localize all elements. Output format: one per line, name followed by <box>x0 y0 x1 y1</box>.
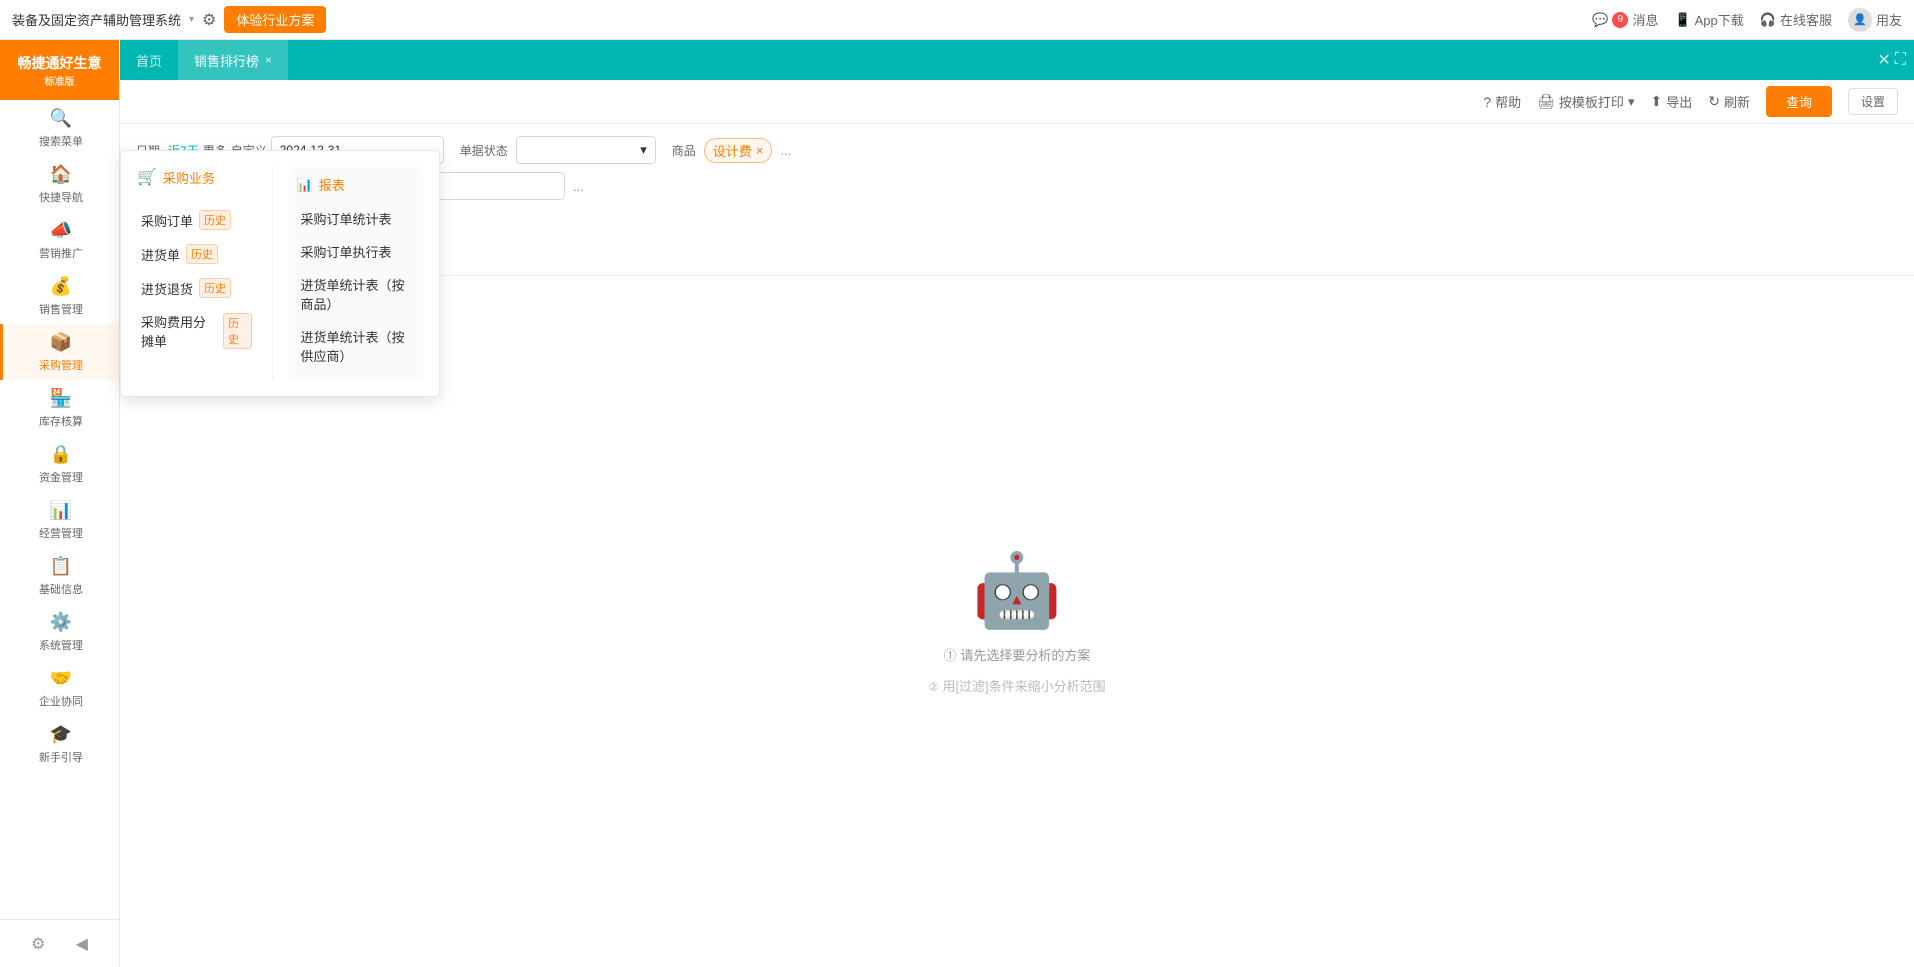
history-badge-1: 历史 <box>199 210 231 230</box>
dropdown-item-incoming-supplier[interactable]: 进货单统计表（按供应商） <box>297 320 416 372</box>
dropdown-report-col: 📊 报表 采购订单统计表 采购订单执行表 进货单统计表（按商品） 进货单统计表（… <box>289 167 424 380</box>
dropdown-item-purchase-order[interactable]: 采购订单 历史 <box>137 203 256 237</box>
dropdown-purchase-title: 🛒 采购业务 <box>137 167 256 191</box>
dropdown-item-expense[interactable]: 采购费用分摊单 历史 <box>137 305 256 357</box>
report-col-icon: 📊 <box>297 177 313 193</box>
dropdown-item-incoming[interactable]: 进货单 历史 <box>137 237 256 271</box>
dropdown-cols: 🛒 采购业务 采购订单 历史 进货单 历史 进货退货 历史 采购费用分摊单 历史 <box>137 167 423 380</box>
history-badge-2: 历史 <box>186 244 218 264</box>
dropdown-overlay[interactable] <box>0 0 1914 967</box>
dropdown-item-order-exec[interactable]: 采购订单执行表 <box>297 235 416 268</box>
dropdown-divider <box>272 167 273 380</box>
dropdown-item-return[interactable]: 进货退货 历史 <box>137 271 256 305</box>
purchase-dropdown-menu: 🛒 采购业务 采购订单 历史 进货单 历史 进货退货 历史 采购费用分摊单 历史 <box>120 150 440 397</box>
dropdown-item-incoming-goods[interactable]: 进货单统计表（按商品） <box>297 268 416 320</box>
dropdown-item-order-stats[interactable]: 采购订单统计表 <box>297 202 416 235</box>
dropdown-report-title: 📊 报表 <box>297 175 416 194</box>
history-badge-3: 历史 <box>199 278 231 298</box>
history-badge-4: 历史 <box>223 313 251 349</box>
purchase-col-icon: 🛒 <box>137 167 157 187</box>
dropdown-purchase-col: 🛒 采购业务 采购订单 历史 进货单 历史 进货退货 历史 采购费用分摊单 历史 <box>137 167 256 380</box>
